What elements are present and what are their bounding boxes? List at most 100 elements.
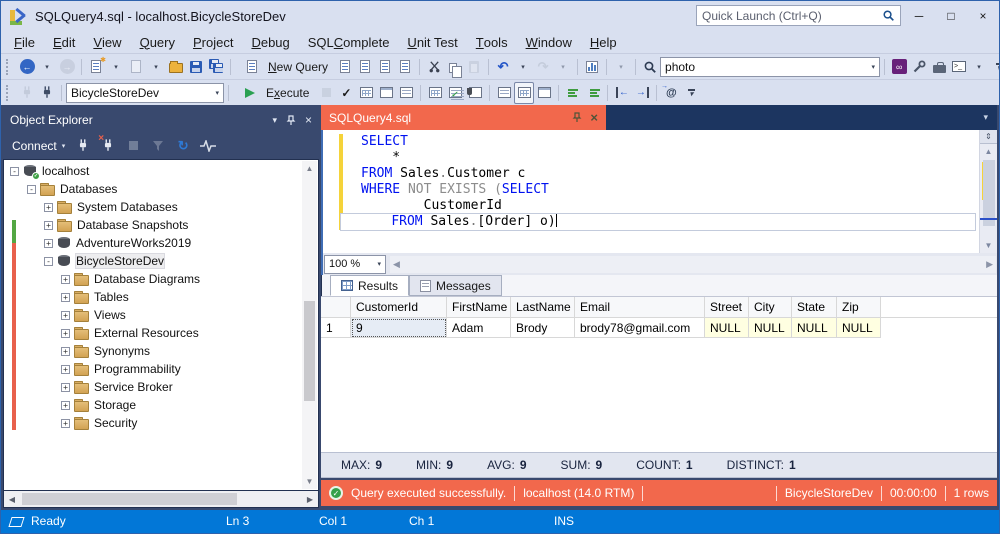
add-item-icon[interactable]	[126, 56, 146, 78]
tree-expander-icon[interactable]: +	[61, 382, 70, 392]
undo-menu-icon[interactable]: ▾	[513, 56, 533, 78]
document-tab[interactable]: SQLQuery4.sql ×	[321, 105, 606, 130]
tree-expander-icon[interactable]: +	[61, 328, 70, 338]
new-file-menu-icon[interactable]: ▾	[106, 56, 126, 78]
tree-item-programmability[interactable]: + Programmability	[4, 360, 318, 378]
redo-icon[interactable]: ↷	[533, 56, 553, 78]
tree-item-bicyclestoredev[interactable]: - BicycleStoreDev	[4, 252, 318, 270]
search-combobox[interactable]: photo ▾	[660, 56, 881, 77]
new-query-button[interactable]: New Query	[235, 56, 335, 78]
open-file-icon[interactable]	[166, 56, 186, 78]
maximize-button[interactable]: □	[935, 1, 967, 31]
tree-expander-icon[interactable]: +	[44, 220, 53, 230]
column-header-firstname[interactable]: FirstName	[447, 297, 511, 318]
redo-menu-icon[interactable]: ▾	[553, 56, 573, 78]
code-line-6[interactable]: FROM Sales.[Order] o)	[340, 213, 976, 231]
column-header-zip[interactable]: Zip	[837, 297, 881, 318]
tab-messages[interactable]: Messages	[409, 275, 502, 296]
options-wrench-icon[interactable]	[909, 56, 929, 78]
tree-expander-icon[interactable]: +	[61, 346, 70, 356]
grid-cell-firstname[interactable]: Adam	[447, 318, 511, 338]
scroll-up-icon[interactable]: ▲	[302, 164, 317, 173]
column-header-city[interactable]: City	[749, 297, 792, 318]
copy-icon[interactable]	[444, 56, 464, 78]
oe-disconnect-icon[interactable]: ×	[97, 133, 119, 157]
query-options-icon[interactable]	[376, 82, 396, 104]
parse-icon[interactable]: ✓	[336, 82, 356, 104]
oe-activity-icon[interactable]	[197, 135, 219, 157]
results-to-file-icon[interactable]	[534, 82, 554, 104]
nav-back-icon[interactable]: ←	[17, 56, 37, 78]
column-header-street[interactable]: Street	[705, 297, 749, 318]
tree-expander-icon[interactable]: +	[61, 400, 70, 410]
menu-item-file[interactable]: File	[5, 31, 44, 53]
grid-cell-lastname[interactable]: Brody	[511, 318, 575, 338]
oe-refresh-icon[interactable]: ↻	[172, 135, 194, 157]
live-statistics-icon[interactable]	[465, 82, 485, 104]
window-position-chevron-icon[interactable]: ▾	[272, 115, 277, 126]
mdx-query-icon[interactable]	[335, 56, 355, 78]
scroll-down-icon[interactable]: ▼	[980, 241, 997, 250]
uncomment-icon[interactable]	[583, 82, 603, 104]
nav-back-menu-icon[interactable]: ▾	[37, 56, 57, 78]
command-window-icon[interactable]: >_	[949, 56, 969, 78]
grid-cell-state[interactable]: NULL	[792, 318, 837, 338]
scroll-right-icon[interactable]: ▶	[986, 259, 993, 270]
tree-expander-icon[interactable]: -	[10, 166, 19, 176]
sql-code[interactable]: SELECT * FROM Sales.Customer c WHERE NOT E…	[340, 134, 976, 231]
actual-plan-icon[interactable]	[425, 82, 445, 104]
grid-corner-header[interactable]	[321, 297, 351, 318]
results-to-grid-icon[interactable]	[514, 81, 535, 104]
tree-expander-icon[interactable]: +	[61, 292, 70, 302]
decrease-indent-icon[interactable]: ←	[612, 82, 632, 104]
menu-item-project[interactable]: Project	[184, 31, 242, 53]
tree-item-synonyms[interactable]: + Synonyms	[4, 342, 318, 360]
tree-item-views[interactable]: + Views	[4, 306, 318, 324]
tree-item-adventureworks2019[interactable]: + AdventureWorks2019	[4, 234, 318, 252]
tree-item-system-databases[interactable]: + System Databases	[4, 198, 318, 216]
undo-icon[interactable]: ↶	[493, 56, 513, 78]
tree-horizontal-scrollbar[interactable]: ◀ ▶	[3, 491, 319, 508]
code-editor[interactable]: SELECT * FROM Sales.Customer c WHERE NOT E…	[321, 130, 997, 253]
editor-horizontal-scrollbar[interactable]: ◀ ▶	[390, 255, 996, 273]
extra-menu-icon[interactable]: ▾	[611, 56, 631, 78]
database-combobox[interactable]: BicycleStoreDev ▾	[66, 82, 224, 103]
toolbox-icon[interactable]	[929, 56, 949, 78]
close-panel-icon[interactable]: ×	[305, 113, 312, 127]
column-header-email[interactable]: Email	[575, 297, 705, 318]
editor-overflow-icon[interactable]: ▾	[681, 82, 701, 104]
tree-item-tables[interactable]: + Tables	[4, 288, 318, 306]
cut-icon[interactable]	[424, 56, 444, 78]
activity-monitor-icon[interactable]	[582, 56, 602, 78]
menu-item-help[interactable]: Help	[581, 31, 626, 53]
pin-icon[interactable]	[572, 112, 582, 123]
find-icon[interactable]	[640, 56, 660, 78]
tree-item-security[interactable]: + Security	[4, 414, 318, 432]
client-statistics-icon[interactable]	[445, 82, 465, 104]
tree-expander-icon[interactable]: +	[44, 202, 53, 212]
connect-icon[interactable]	[17, 82, 37, 104]
menu-item-query[interactable]: Query	[131, 31, 184, 53]
scroll-left-icon[interactable]: ◀	[393, 259, 400, 270]
tree-item-service-broker[interactable]: + Service Broker	[4, 378, 318, 396]
close-tab-icon[interactable]: ×	[590, 110, 598, 125]
xmla-query-icon[interactable]	[375, 56, 395, 78]
command-window-menu-icon[interactable]: ▾	[969, 56, 989, 78]
intellisense-icon[interactable]	[396, 82, 416, 104]
column-header-lastname[interactable]: LastName	[511, 297, 575, 318]
tree-item-external-resources[interactable]: + External Resources	[4, 324, 318, 342]
tree-item-localhost[interactable]: - ✓ localhost	[4, 162, 318, 180]
grid-cell-street[interactable]: NULL	[705, 318, 749, 338]
zoom-combobox[interactable]: 100 % ▾	[324, 254, 386, 274]
splitter-handle-icon[interactable]: ⇕	[980, 130, 997, 144]
menu-item-view[interactable]: View	[84, 31, 130, 53]
tree-item-database-diagrams[interactable]: + Database Diagrams	[4, 270, 318, 288]
tree-expander-icon[interactable]: -	[44, 256, 53, 266]
tree-expander-icon[interactable]: +	[61, 274, 70, 284]
tree-expander-icon[interactable]: +	[44, 238, 53, 248]
menu-item-unit-test[interactable]: Unit Test	[398, 31, 466, 53]
change-connection-icon[interactable]	[37, 82, 57, 104]
dax-query-icon[interactable]	[395, 56, 415, 78]
sqlcmd-icon[interactable]: @	[661, 82, 681, 104]
toolbar-overflow-icon[interactable]: ▾	[989, 56, 999, 78]
